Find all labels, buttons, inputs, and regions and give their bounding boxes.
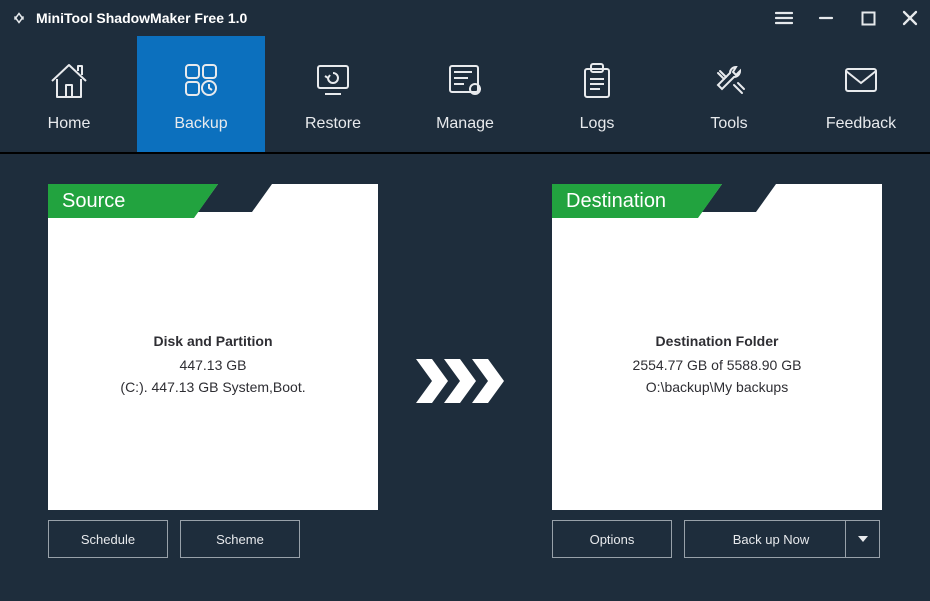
nav-manage[interactable]: Manage [401, 36, 529, 152]
backup-now-button[interactable]: Back up Now [684, 520, 880, 558]
options-button[interactable]: Options [552, 520, 672, 558]
main-nav: Home Backup Restore [0, 36, 930, 154]
nav-restore[interactable]: Restore [269, 36, 397, 152]
tools-icon [706, 55, 752, 105]
app-logo-icon [10, 9, 28, 27]
home-icon [46, 55, 92, 105]
minimize-button[interactable] [812, 0, 840, 36]
source-type: Disk and Partition [153, 333, 272, 349]
app-title: MiniTool ShadowMaker Free 1.0 [36, 10, 247, 26]
backup-now-dropdown[interactable] [845, 521, 879, 557]
nav-logs[interactable]: Logs [533, 36, 661, 152]
nav-feedback[interactable]: Feedback [797, 36, 925, 152]
source-header-label: Source [48, 184, 218, 218]
manage-icon [442, 55, 488, 105]
restore-icon [310, 55, 356, 105]
caret-down-icon [858, 536, 868, 542]
destination-path: O:\backup\My backups [646, 379, 788, 395]
destination-size: 2554.77 GB of 5588.90 GB [633, 357, 802, 373]
nav-label: Feedback [826, 115, 896, 133]
close-button[interactable] [896, 0, 924, 36]
destination-panel-body: Destination Folder 2554.77 GB of 5588.90… [552, 218, 882, 510]
logs-icon [574, 55, 620, 105]
direction-arrow [378, 184, 552, 577]
nav-tools[interactable]: Tools [665, 36, 793, 152]
destination-panel-header: Destination [552, 184, 882, 218]
nav-label: Tools [710, 115, 747, 133]
chevron-right-icon [410, 351, 520, 411]
nav-home[interactable]: Home [5, 36, 133, 152]
scheme-button[interactable]: Scheme [180, 520, 300, 558]
nav-label: Backup [174, 115, 227, 133]
schedule-button[interactable]: Schedule [48, 520, 168, 558]
source-panel[interactable]: Source Disk and Partition 447.13 GB (C:)… [48, 184, 378, 510]
source-column: Source Disk and Partition 447.13 GB (C:)… [48, 184, 378, 577]
source-panel-header: Source [48, 184, 378, 218]
workspace: Source Disk and Partition 447.13 GB (C:)… [0, 154, 930, 601]
menu-button[interactable] [770, 0, 798, 36]
destination-type: Destination Folder [656, 333, 779, 349]
nav-label: Restore [305, 115, 361, 133]
source-size: 447.13 GB [180, 357, 247, 373]
nav-backup[interactable]: Backup [137, 36, 265, 152]
nav-label: Manage [436, 115, 494, 133]
title-bar: MiniTool ShadowMaker Free 1.0 [0, 0, 930, 36]
nav-label: Home [48, 115, 91, 133]
nav-label: Logs [580, 115, 615, 133]
destination-header-label: Destination [552, 184, 722, 218]
destination-buttons: Options Back up Now [552, 520, 882, 558]
source-detail: (C:). 447.13 GB System,Boot. [120, 379, 305, 395]
maximize-button[interactable] [854, 0, 882, 36]
source-panel-body: Disk and Partition 447.13 GB (C:). 447.1… [48, 218, 378, 510]
source-buttons: Schedule Scheme [48, 520, 378, 558]
destination-panel[interactable]: Destination Destination Folder 2554.77 G… [552, 184, 882, 510]
backup-icon [178, 55, 224, 105]
backup-now-label: Back up Now [733, 532, 810, 547]
feedback-icon [838, 55, 884, 105]
destination-column: Destination Destination Folder 2554.77 G… [552, 184, 882, 577]
